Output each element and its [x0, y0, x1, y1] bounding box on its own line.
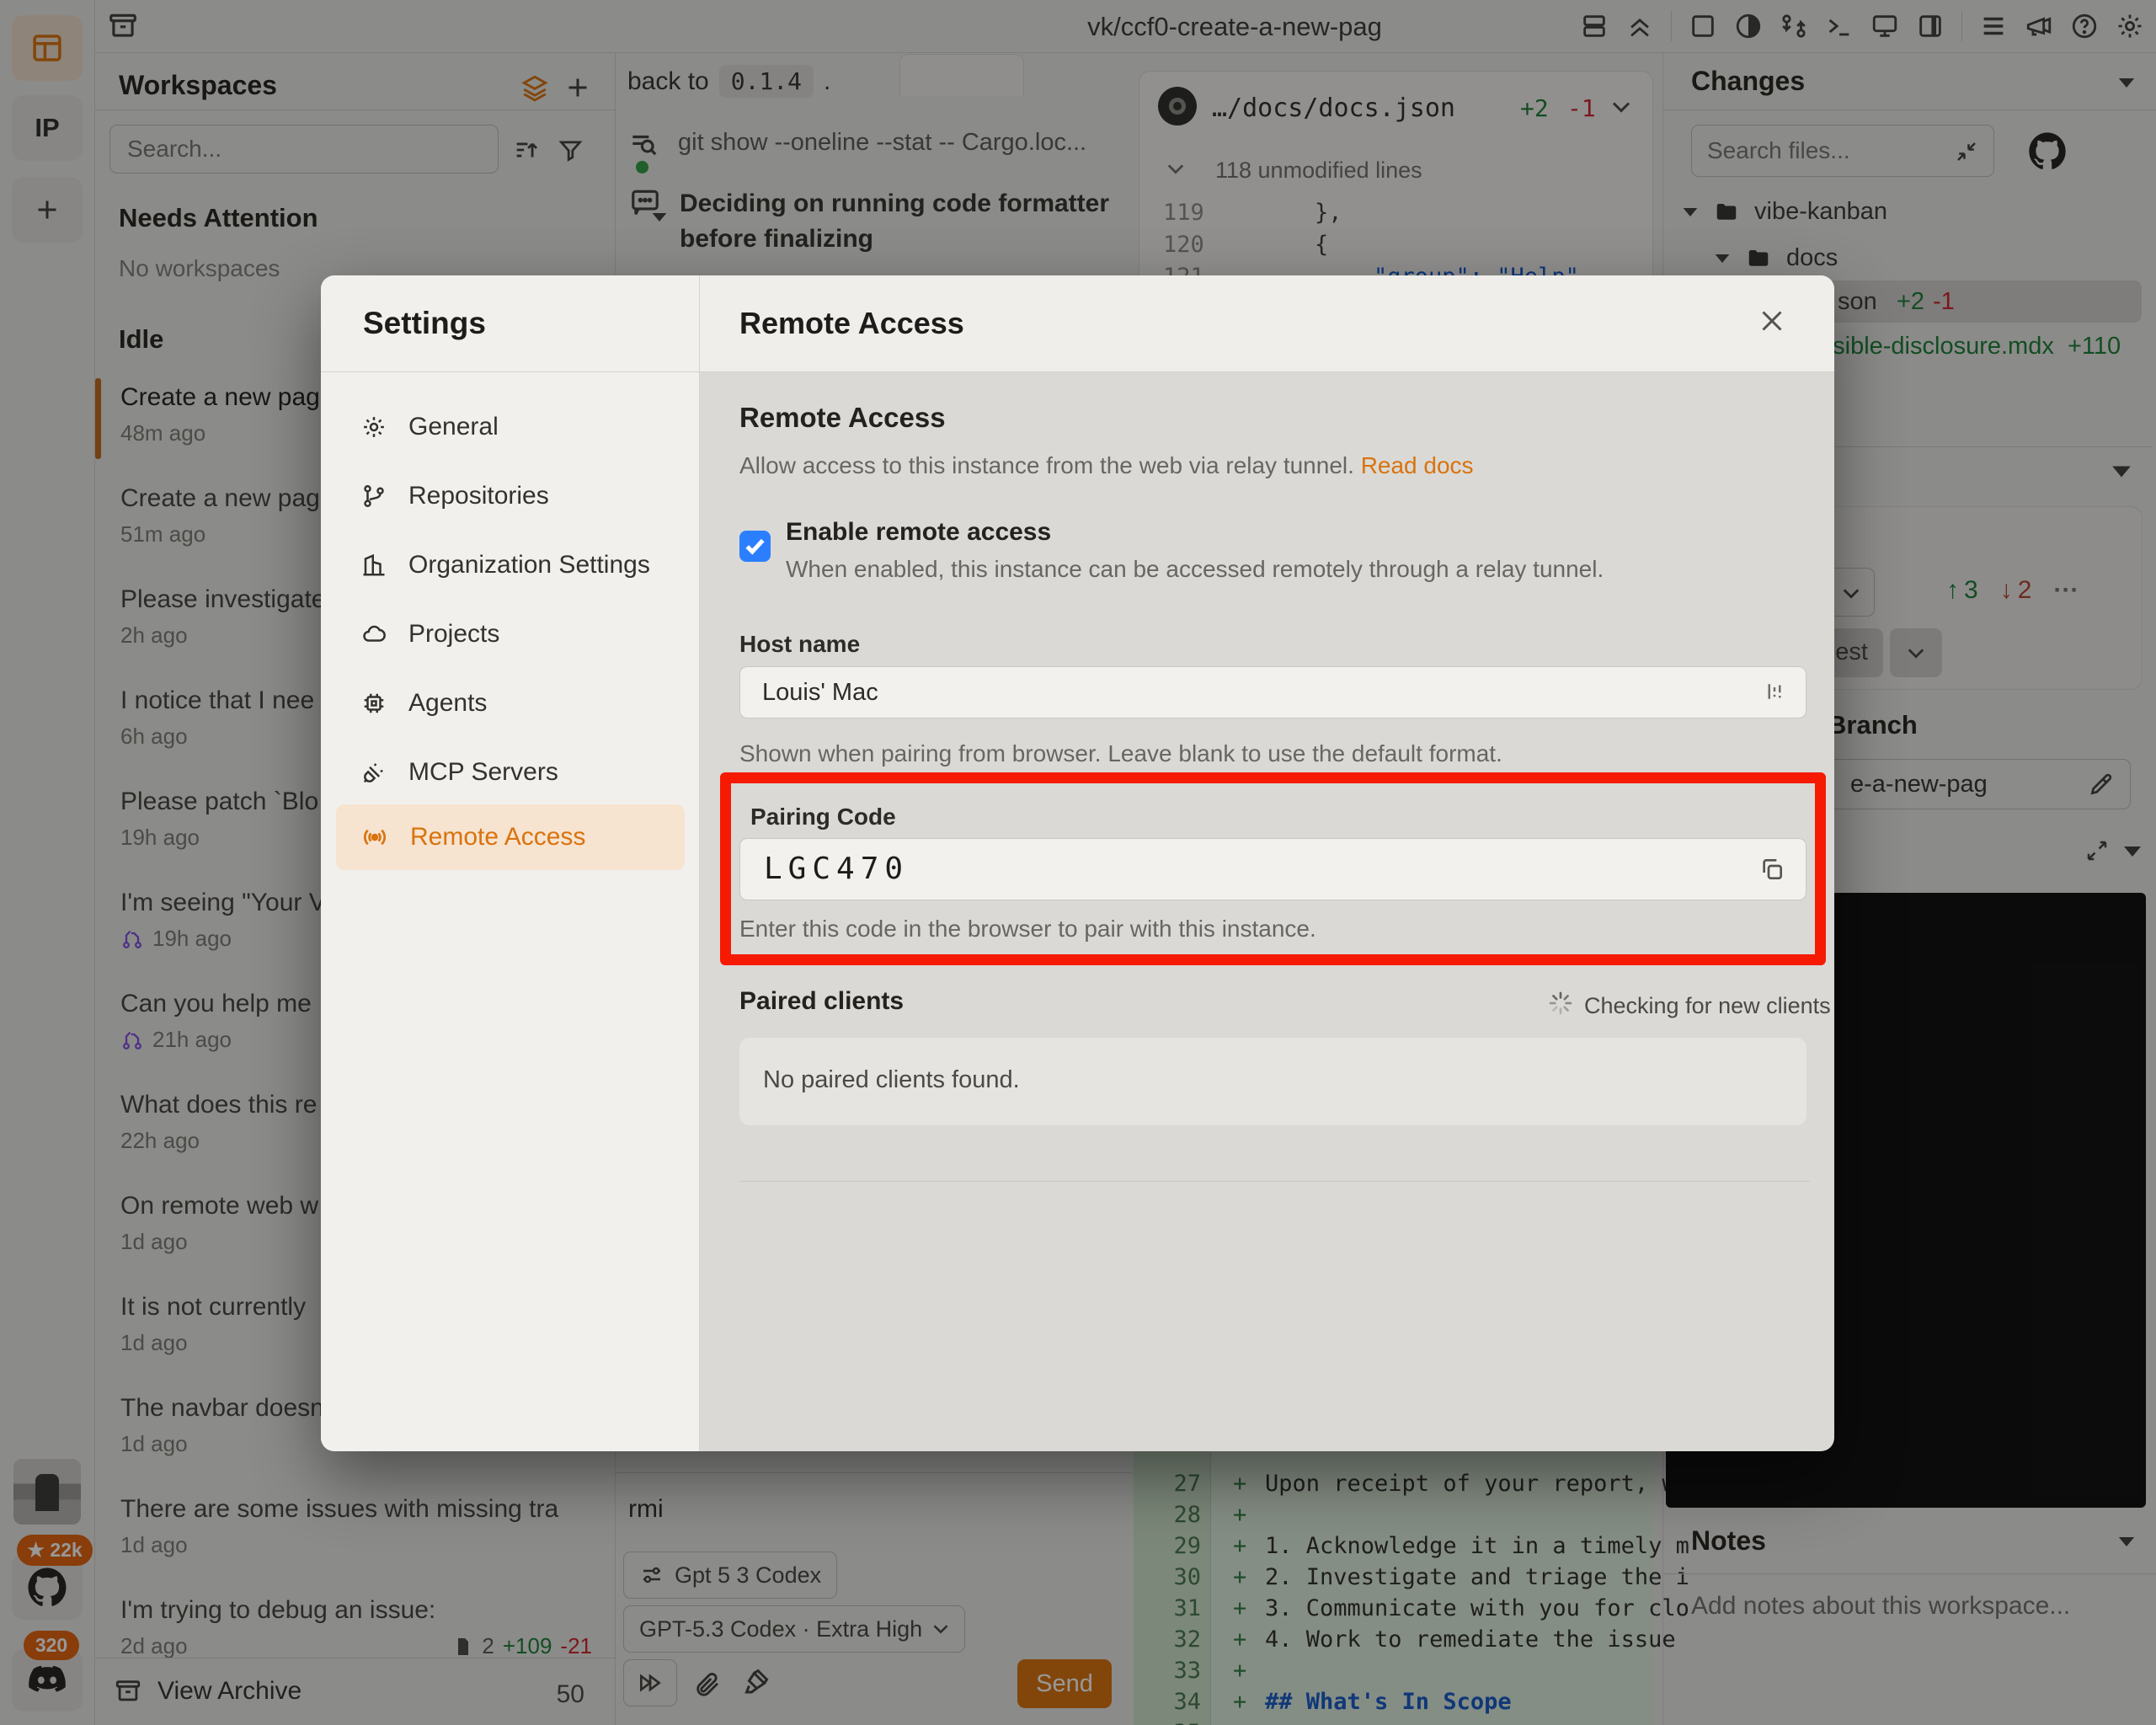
- gear-icon: [361, 414, 387, 440]
- paired-clients-status: Checking for new clients: [1584, 993, 1831, 1019]
- modal-content-header: Remote Access: [700, 275, 1834, 372]
- host-name-label: Host name: [739, 631, 860, 658]
- paired-clients-label: Paired clients: [739, 987, 904, 1016]
- nav-item-organization[interactable]: Organization Settings: [336, 538, 685, 592]
- plug-icon: [361, 760, 387, 785]
- building-icon: [361, 553, 387, 578]
- nav-item-projects[interactable]: Projects: [336, 607, 685, 661]
- settings-nav-header: Settings: [321, 275, 700, 372]
- enable-label[interactable]: Enable remote access: [786, 518, 1051, 547]
- read-docs-link[interactable]: Read docs: [1361, 452, 1474, 478]
- no-paired-clients-text: No paired clients found.: [763, 1066, 1020, 1094]
- nav-item-remote-access[interactable]: Remote Access: [336, 804, 685, 870]
- spinner-icon: [1547, 990, 1574, 1017]
- cloud-icon: [361, 622, 387, 647]
- paired-clients-card: No paired clients found.: [739, 1038, 1806, 1125]
- nav-item-repositories[interactable]: Repositories: [336, 469, 685, 523]
- broadcast-icon: [361, 824, 388, 851]
- nav-item-agents[interactable]: Agents: [336, 676, 685, 730]
- git-branch-icon: [361, 483, 387, 509]
- close-icon[interactable]: [1757, 306, 1787, 336]
- modal-header-title: Remote Access: [739, 306, 964, 341]
- content-divider: [739, 1181, 1810, 1182]
- cursor-bars-icon: [1762, 679, 1787, 704]
- enable-description: When enabled, this instance can be acces…: [786, 556, 1604, 583]
- host-name-input[interactable]: Louis' Mac: [739, 666, 1806, 718]
- section-description: Allow access to this instance from the w…: [739, 452, 1474, 479]
- pairing-code-highlight-box: [720, 772, 1826, 965]
- settings-title: Settings: [363, 306, 486, 341]
- section-title: Remote Access: [739, 402, 946, 434]
- cpu-icon: [361, 691, 387, 716]
- host-name-help: Shown when pairing from browser. Leave b…: [739, 740, 1502, 767]
- nav-item-mcp[interactable]: MCP Servers: [336, 745, 685, 799]
- nav-item-general[interactable]: General: [336, 400, 685, 454]
- enable-checkbox[interactable]: [739, 531, 771, 562]
